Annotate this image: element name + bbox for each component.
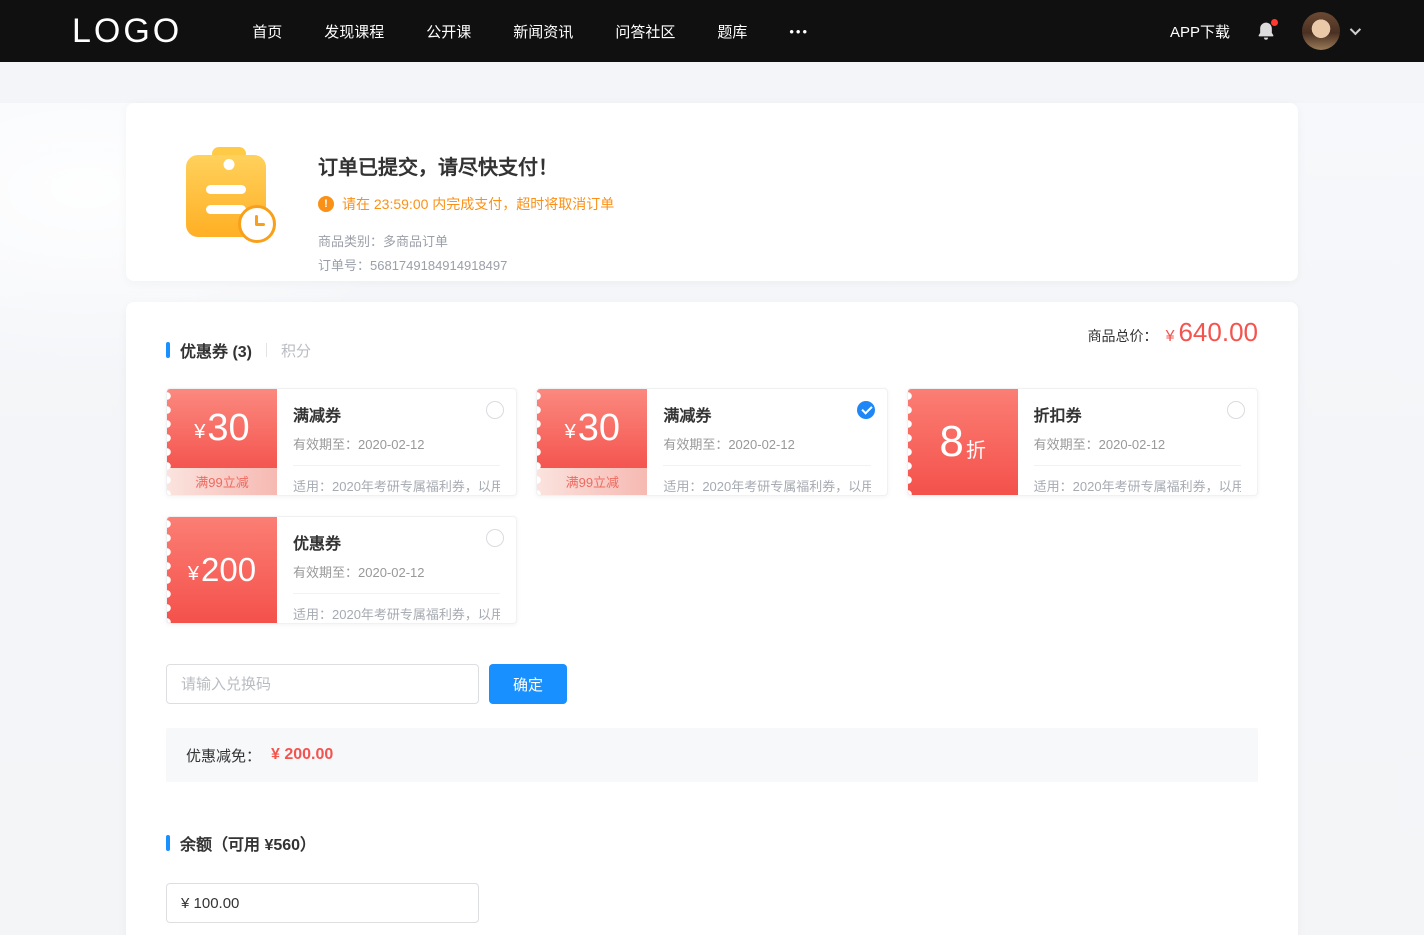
balance-title: 余额（可用 ¥560） xyxy=(180,831,316,855)
order-summary-card: 订单已提交，请尽快支付！ ! 请在 23:59:00 内完成支付，超时将取消订单… xyxy=(126,103,1298,281)
coupon-radio[interactable] xyxy=(486,529,504,547)
coupon-validity: 有效期至：2020-02-12 xyxy=(293,562,500,581)
order-clipboard-icon xyxy=(186,147,272,237)
coupon-ticket-panel: ¥30 满99立减 xyxy=(167,389,277,495)
warning-text: 请在 23:59:00 内完成支付，超时将取消订单 xyxy=(342,194,614,214)
tab-points[interactable]: 积分 xyxy=(281,340,311,361)
coupon-card-2[interactable]: ¥30 满99立减 满减券 有效期至：2020-02-12 适用：2020年考研… xyxy=(536,388,887,496)
nav-more-icon[interactable]: ••• xyxy=(789,24,809,39)
coupon-scope: 适用：2020年考研专属福利券，以用... xyxy=(293,476,500,495)
coupon-title: 满减券 xyxy=(663,402,870,426)
coupon-card-1[interactable]: ¥30 满99立减 满减券 有效期至：2020-02-12 适用：2020年考研… xyxy=(166,388,517,496)
coupon-title: 优惠券 xyxy=(293,530,500,554)
avatar[interactable] xyxy=(1302,12,1340,50)
coupon-title: 折扣券 xyxy=(1034,402,1241,426)
notification-badge xyxy=(1271,19,1278,26)
payment-deadline-warning: ! 请在 23:59:00 内完成支付，超时将取消订单 xyxy=(318,194,614,214)
coupon-list: ¥30 满99立减 满减券 有效期至：2020-02-12 适用：2020年考研… xyxy=(166,388,1258,624)
chevron-down-icon[interactable] xyxy=(1350,24,1361,35)
tab-coupons[interactable]: 优惠券 (3) xyxy=(180,338,252,362)
logo[interactable]: LOGO xyxy=(72,12,182,51)
nav-item-news[interactable]: 新闻资讯 xyxy=(513,21,573,42)
confirm-button[interactable]: 确定 xyxy=(489,664,567,704)
nav-item-open-courses[interactable]: 公开课 xyxy=(426,21,471,42)
user-menu[interactable] xyxy=(1302,12,1358,50)
order-total: 商品总价： ¥640.00 xyxy=(1088,317,1258,348)
coupon-condition-band: 满99立减 xyxy=(537,468,647,495)
notification-bell-icon[interactable] xyxy=(1256,20,1276,42)
coupon-ticket-panel: ¥30 满99立减 xyxy=(537,389,647,495)
order-total-label: 商品总价： xyxy=(1088,328,1158,344)
order-number: 订单号：5681749184914918497 xyxy=(318,254,614,278)
ticket-notches xyxy=(167,389,174,495)
order-title: 订单已提交，请尽快支付！ xyxy=(318,151,614,180)
ticket-notches xyxy=(908,389,915,495)
payment-options-card: 优惠券 (3) 积分 ¥30 满99立减 满减券 有效期至：2020-0 xyxy=(126,302,1298,935)
discount-label: 优惠减免： xyxy=(186,745,261,766)
coupon-condition-band: 满99立减 xyxy=(167,468,277,495)
section-accent-bar xyxy=(166,835,170,851)
clock-icon xyxy=(238,205,276,243)
coupon-radio-selected[interactable] xyxy=(857,401,875,419)
ticket-notches xyxy=(167,517,174,623)
coupon-radio[interactable] xyxy=(1227,401,1245,419)
coupon-card-3[interactable]: 8折 折扣券 有效期至：2020-02-12 适用：2020年考研专属福利券，以… xyxy=(907,388,1258,496)
coupon-title: 满减券 xyxy=(293,402,500,426)
app-download-link[interactable]: APP下载 xyxy=(1170,21,1230,42)
nav-item-home[interactable]: 首页 xyxy=(252,21,282,42)
coupon-radio[interactable] xyxy=(486,401,504,419)
order-meta: 商品类别：多商品订单 订单号：5681749184914918497 xyxy=(318,230,614,278)
discount-summary-bar: 优惠减免： ¥ 200.00 xyxy=(166,728,1258,782)
tab-divider xyxy=(266,343,267,357)
nav-item-discover-courses[interactable]: 发现课程 xyxy=(324,21,384,42)
coupon-validity: 有效期至：2020-02-12 xyxy=(1034,434,1241,453)
redeem-code-input[interactable] xyxy=(166,664,479,704)
page-background: 订单已提交，请尽快支付！ ! 请在 23:59:00 内完成支付，超时将取消订单… xyxy=(0,103,1424,935)
redeem-code-row: 确定 xyxy=(166,664,1258,704)
section-accent-bar xyxy=(166,342,170,358)
coupon-ticket-panel: ¥200 xyxy=(167,517,277,623)
order-total-amount: 640.00 xyxy=(1178,317,1258,347)
nav-item-question-bank[interactable]: 题库 xyxy=(717,21,747,42)
coupon-scope: 适用：2020年考研专属福利券，以用... xyxy=(1034,476,1241,495)
coupon-validity: 有效期至：2020-02-12 xyxy=(293,434,500,453)
order-info: 订单已提交，请尽快支付！ ! 请在 23:59:00 内完成支付，超时将取消订单… xyxy=(318,133,614,281)
ticket-notches xyxy=(537,389,544,495)
currency-symbol: ¥ xyxy=(1166,328,1175,345)
coupon-scope: 适用：2020年考研专属福利券，以用... xyxy=(663,476,870,495)
order-category: 商品类别：多商品订单 xyxy=(318,230,614,254)
main-nav: 首页 发现课程 公开课 新闻资讯 问答社区 题库 ••• xyxy=(252,21,809,42)
warning-icon: ! xyxy=(318,196,334,212)
navbar-right: APP下载 xyxy=(1170,12,1358,50)
balance-section-header: 余额（可用 ¥560） xyxy=(166,831,1258,855)
coupon-validity: 有效期至：2020-02-12 xyxy=(663,434,870,453)
coupon-card-4[interactable]: ¥200 优惠券 有效期至：2020-02-12 适用：2020年考研专属福利券… xyxy=(166,516,517,624)
top-navbar: LOGO 首页 发现课程 公开课 新闻资讯 问答社区 题库 ••• APP下载 xyxy=(0,0,1424,62)
coupon-scope: 适用：2020年考研专属福利券，以用... xyxy=(293,604,500,623)
discount-amount: ¥ 200.00 xyxy=(271,746,333,764)
nav-item-qa-community[interactable]: 问答社区 xyxy=(615,21,675,42)
coupon-ticket-panel: 8折 xyxy=(908,389,1018,495)
balance-amount-input[interactable] xyxy=(166,883,479,923)
